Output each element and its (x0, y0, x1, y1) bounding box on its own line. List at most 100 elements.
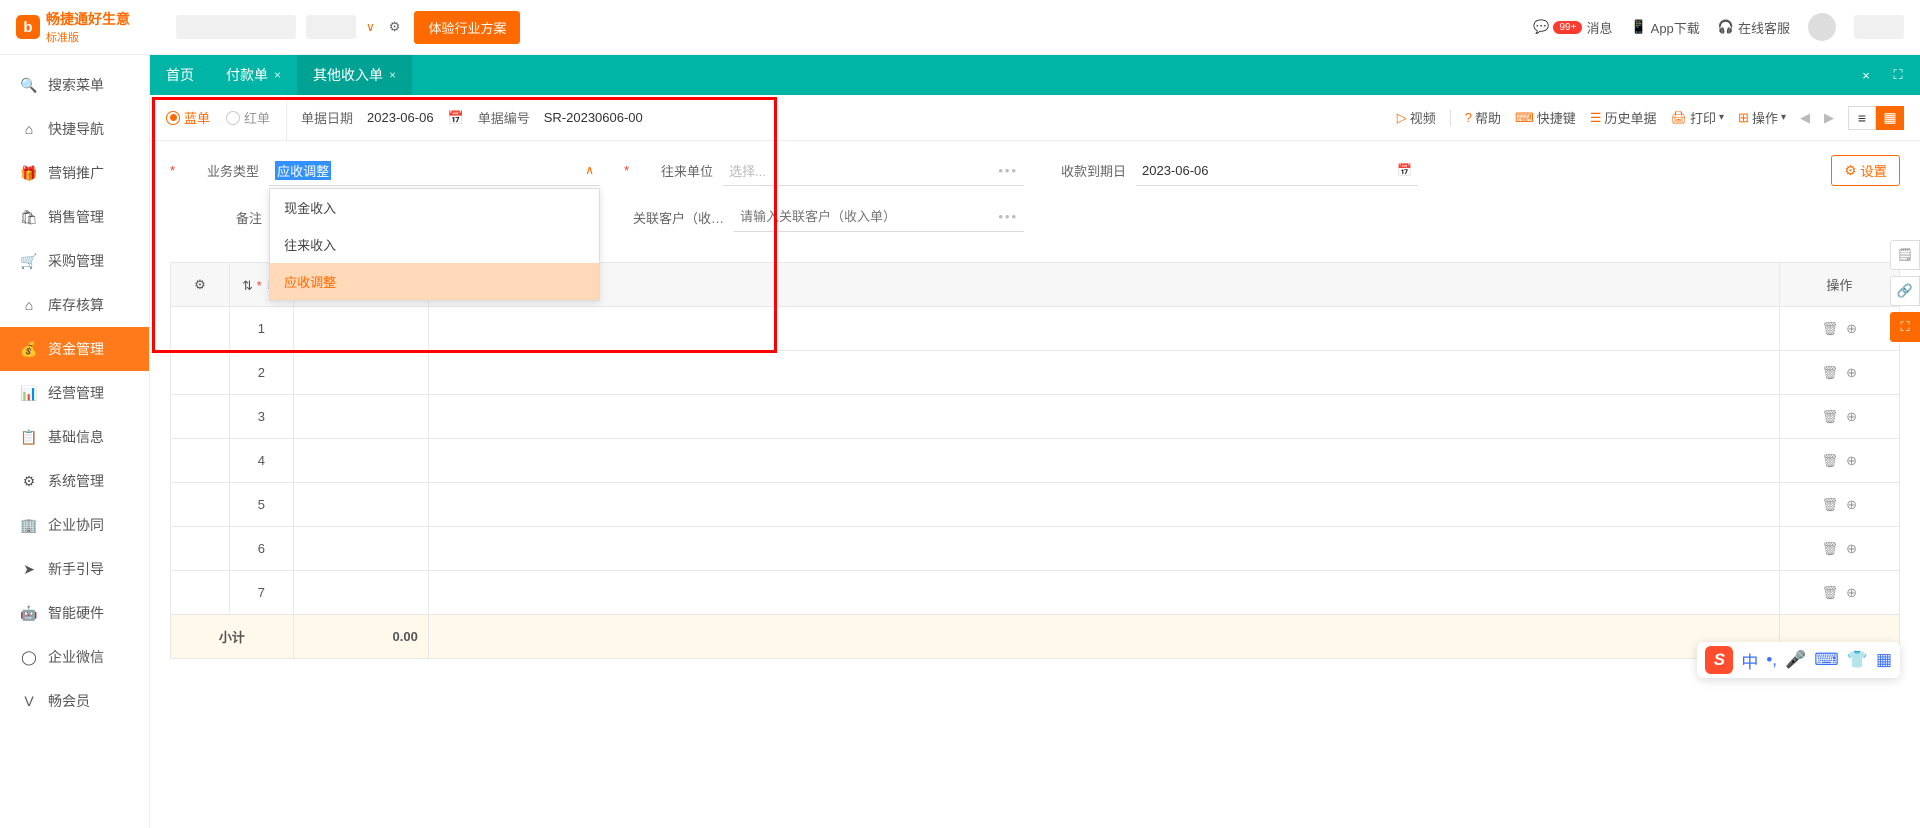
table-row[interactable]: 2🗑⊕ (171, 351, 1900, 395)
copy-row-button[interactable]: ⊕ (1846, 453, 1857, 468)
print-button[interactable]: 🖨打印▾ (1670, 108, 1724, 127)
sidebar-item-label: 营销推广 (48, 163, 104, 183)
sidebar-item-search-menu[interactable]: 🔍搜索菜单 (0, 63, 149, 107)
copy-row-button[interactable]: ⊕ (1846, 365, 1857, 380)
biz-type-select[interactable]: 应收调整 ∧ 现金收入 往来收入 应收调整 (269, 156, 600, 186)
column-header (428, 263, 1779, 307)
doc-date-value[interactable]: 2023-06-06 (367, 110, 434, 125)
arrow-icon: ➤ (20, 560, 38, 578)
sidebar-item-label: 采购管理 (48, 251, 104, 271)
row-number: 7 (229, 571, 293, 615)
delete-row-button[interactable]: 🗑 (1822, 585, 1839, 600)
ime-keyboard-icon[interactable]: ⌨ (1814, 650, 1839, 670)
table-row[interactable]: 4🗑⊕ (171, 439, 1900, 483)
sidebar-item-newbie[interactable]: ➤新手引导 (0, 547, 149, 591)
sidebar-item-enterprise[interactable]: 🏢企业协同 (0, 503, 149, 547)
box-icon: ⌂ (20, 296, 38, 314)
more-icon[interactable]: ••• (998, 209, 1018, 224)
ime-mic-icon[interactable]: 🎤 (1785, 650, 1806, 670)
operate-button[interactable]: ⊞操作▾ (1738, 108, 1786, 127)
rail-expand-button[interactable]: ⛶ (1890, 312, 1920, 342)
copy-row-button[interactable]: ⊕ (1846, 541, 1857, 556)
sidebar-item-operation[interactable]: 📊经营管理 (0, 371, 149, 415)
shortcut-link[interactable]: ⌨快捷键 (1515, 108, 1576, 127)
delete-row-button[interactable]: 🗑 (1822, 497, 1839, 512)
ime-lang-label[interactable]: 中 (1741, 648, 1758, 673)
detail-table-wrap: ⚙ ⇅ *收 操作 1🗑⊕2🗑⊕3🗑⊕4🗑⊕5🗑⊕6🗑⊕7🗑⊕ 小计 0.00 (150, 262, 1920, 828)
sidebar-item-basic-info[interactable]: 📋基础信息 (0, 415, 149, 459)
copy-row-button[interactable]: ⊕ (1846, 409, 1857, 424)
close-icon[interactable]: × (274, 68, 281, 82)
account-selector[interactable]: ∨ (176, 15, 375, 39)
relate-customer-text-input[interactable] (740, 209, 998, 224)
sidebar-item-system[interactable]: ⚙系统管理 (0, 459, 149, 503)
tab-payment[interactable]: 付款单× (210, 55, 297, 95)
history-link[interactable]: ☰历史单据 (1590, 108, 1657, 127)
radio-red[interactable]: 红单 (226, 108, 270, 127)
ime-punct-icon[interactable]: •, (1766, 650, 1777, 670)
delete-row-button[interactable]: 🗑 (1822, 453, 1839, 468)
help-link[interactable]: ?帮助 (1465, 108, 1501, 127)
video-link[interactable]: ▷视频 (1397, 108, 1436, 127)
table-row[interactable]: 3🗑⊕ (171, 395, 1900, 439)
tab-home[interactable]: 首页 (150, 55, 210, 95)
tab-close-all-button[interactable]: × (1854, 63, 1878, 87)
more-icon[interactable]: ••• (998, 163, 1018, 178)
ime-skin-icon[interactable]: 👕 (1847, 650, 1868, 670)
calendar-icon[interactable]: 📅 (448, 110, 464, 126)
tab-other-income[interactable]: 其他收入单× (297, 55, 412, 95)
sidebar-item-fund[interactable]: 💰资金管理 (0, 327, 149, 371)
sidebar-item-marketing[interactable]: 🎁营销推广 (0, 151, 149, 195)
table-row[interactable]: 5🗑⊕ (171, 483, 1900, 527)
dropdown-option-receivable-adjust[interactable]: 应收调整 (270, 263, 599, 300)
settings-button[interactable]: ⚙ 设置 (1831, 155, 1900, 186)
copy-row-button[interactable]: ⊕ (1846, 585, 1857, 600)
rail-note-button[interactable]: 🗒 (1890, 240, 1920, 270)
calendar-icon[interactable]: 📅 (1397, 163, 1412, 177)
sidebar-item-label: 基础信息 (48, 427, 104, 447)
table-row[interactable]: 6🗑⊕ (171, 527, 1900, 571)
gear-column-header[interactable]: ⚙ (171, 263, 230, 307)
close-icon[interactable]: × (389, 68, 396, 82)
next-doc-button[interactable]: ▶ (1824, 110, 1834, 126)
relate-customer-input[interactable]: ••• (734, 202, 1024, 232)
related-unit-select[interactable]: 选择... ••• (723, 156, 1024, 186)
gear-icon[interactable]: ⚙ (389, 19, 401, 35)
ime-toolbar[interactable]: S 中 •, 🎤 ⌨ 👕 ▦ (1697, 642, 1900, 678)
trial-industry-button[interactable]: 体验行业方案 (414, 11, 520, 44)
dropdown-option-cash[interactable]: 现金收入 (270, 189, 599, 226)
delete-row-button[interactable]: 🗑 (1822, 409, 1839, 424)
dropdown-option-intercourse[interactable]: 往来收入 (270, 226, 599, 263)
sidebar-item-wechat[interactable]: ◯企业微信 (0, 635, 149, 679)
sidebar-item-hardware[interactable]: 🤖智能硬件 (0, 591, 149, 635)
delete-row-button[interactable]: 🗑 (1822, 541, 1839, 556)
table-row[interactable]: 7 🗑 ⊕ (171, 571, 1900, 615)
prev-doc-button[interactable]: ◀ (1800, 110, 1810, 126)
copy-row-button[interactable]: ⊕ (1846, 497, 1857, 512)
ime-menu-icon[interactable]: ▦ (1876, 650, 1892, 670)
link-label: 快捷键 (1537, 108, 1576, 127)
tab-fullscreen-button[interactable]: ⛶ (1886, 63, 1910, 87)
rail-attach-button[interactable]: 🔗 (1890, 276, 1920, 306)
sidebar-item-sales[interactable]: 🛍销售管理 (0, 195, 149, 239)
due-date-input[interactable]: 2023-06-06 📅 (1136, 156, 1418, 186)
table-row[interactable]: 1🗑⊕ (171, 307, 1900, 351)
sidebar-item-member[interactable]: V畅会员 (0, 679, 149, 723)
radio-blue[interactable]: 蓝单 (166, 108, 210, 127)
biz-type-field: * 业务类型 应收调整 ∧ 现金收入 往来收入 应收调整 (170, 156, 600, 186)
document-toolbar: 蓝单 红单 单据日期 2023-06-06 📅 单据编号 SR-20230606… (150, 95, 1920, 141)
sidebar-item-inventory[interactable]: ⌂库存核算 (0, 283, 149, 327)
view-card-button[interactable]: ▦ (1876, 106, 1904, 130)
view-list-button[interactable]: ≡ (1848, 106, 1876, 130)
delete-row-button[interactable]: 🗑 (1822, 365, 1839, 380)
online-service-link[interactable]: 🎧 在线客服 (1718, 18, 1790, 37)
delete-row-button[interactable]: 🗑 (1822, 321, 1839, 336)
user-avatar[interactable] (1808, 13, 1836, 41)
app-download-link[interactable]: 📱 App下载 (1630, 18, 1699, 37)
detail-table: ⚙ ⇅ *收 操作 1🗑⊕2🗑⊕3🗑⊕4🗑⊕5🗑⊕6🗑⊕7🗑⊕ 小计 0.00 (170, 262, 1900, 659)
sidebar-item-purchase[interactable]: 🛒采购管理 (0, 239, 149, 283)
copy-row-button[interactable]: ⊕ (1846, 321, 1857, 336)
messages-link[interactable]: 💬 99+ 消息 (1533, 18, 1612, 37)
sidebar-item-quick-nav[interactable]: ⌂快捷导航 (0, 107, 149, 151)
settings-icon: ⚙ (20, 472, 38, 490)
